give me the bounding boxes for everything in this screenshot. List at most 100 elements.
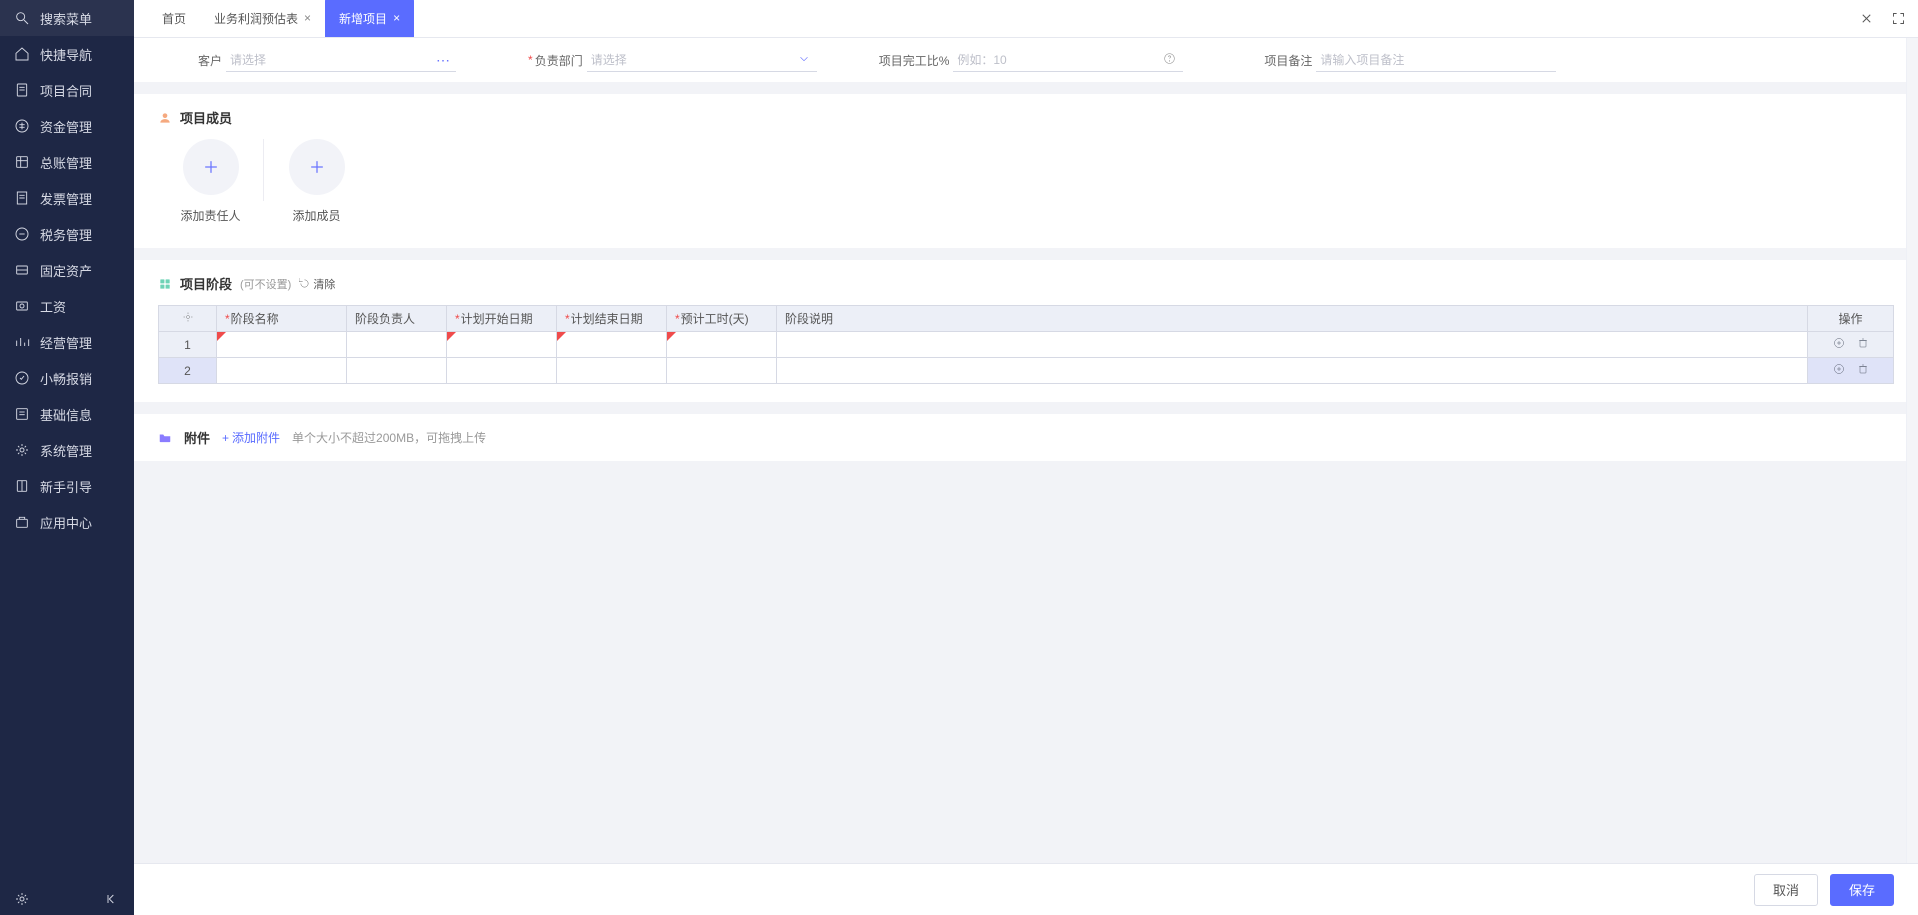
sidebar-item-salary[interactable]: 工资 [0,288,134,324]
section-title: 项目成员 [180,108,232,127]
form-panel: 客户 ⋯ * 负责部门 项目完工比% [134,38,1918,82]
attachments-panel: 附件 +添加附件 单个大小不超过200MB，可拖拽上传 [134,414,1918,461]
cell-desc[interactable] [777,332,1808,358]
sidebar-item-info[interactable]: 基础信息 [0,396,134,432]
help-icon[interactable] [1163,52,1176,68]
footer: 取消 保存 [134,863,1918,915]
add-owner-slot: 添加责任人 [158,139,263,224]
phases-panel: 项目阶段 (可不设置) 清除 [134,260,1918,402]
chevron-down-icon[interactable] [797,52,811,69]
add-row-icon[interactable] [1833,337,1845,349]
sidebar-item-quicknav[interactable]: 快捷导航 [0,36,134,72]
col-gear[interactable] [159,306,217,332]
close-all-icon[interactable] [1854,6,1878,30]
sidebar-footer [0,883,134,915]
tab-profit[interactable]: 业务利润预估表 × [200,0,325,37]
sidebar-item-contract[interactable]: 项目合同 [0,72,134,108]
sidebar-item-tax[interactable]: 税务管理 [0,216,134,252]
close-icon[interactable]: × [304,11,311,25]
cell-end[interactable] [557,332,667,358]
close-icon[interactable]: × [393,11,400,25]
members-icon [158,111,172,125]
sidebar-item-guide[interactable]: 新手引导 [0,468,134,504]
clear-link[interactable]: 清除 [299,276,335,292]
cell-name[interactable] [217,358,347,384]
cell-hours[interactable] [667,332,777,358]
sidebar-item-invoice[interactable]: 发票管理 [0,180,134,216]
sidebar-item-system[interactable]: 系统管理 [0,432,134,468]
sidebar-item-search[interactable]: 搜索菜单 [0,0,134,36]
attachments-title: 附件 [184,428,210,447]
members-list: 添加责任人 添加成员 [134,139,1918,244]
attachments-hint: 单个大小不超过200MB，可拖拽上传 [292,429,486,446]
department-input[interactable] [587,48,817,72]
cell-ops [1808,358,1894,384]
table-header-row: *阶段名称 阶段负责人 *计划开始日期 *计划结束日期 *预计工时(天) 阶段说… [159,306,1894,332]
sidebar-item-label: 应用中心 [40,513,92,532]
cell-start[interactable] [447,332,557,358]
add-owner-button[interactable] [183,139,239,195]
folder-icon [158,431,172,445]
home-icon [14,46,30,62]
cell-owner[interactable] [347,332,447,358]
sidebar-item-apps[interactable]: 应用中心 [0,504,134,540]
cell-end[interactable] [557,358,667,384]
col-desc: 阶段说明 [777,306,1808,332]
sidebar-item-label: 快捷导航 [40,45,92,64]
save-button[interactable]: 保存 [1830,874,1894,906]
delete-row-icon[interactable] [1857,363,1869,375]
field-customer: 客户 ⋯ [198,48,450,72]
scrollbar[interactable] [1906,38,1918,863]
add-member-button[interactable] [289,139,345,195]
add-attachment-link[interactable]: +添加附件 [222,429,280,446]
add-member-label: 添加成员 [292,207,340,224]
sidebar-item-funds[interactable]: 资金管理 [0,108,134,144]
cell-start[interactable] [447,358,557,384]
phases-icon [158,277,172,291]
sidebar-item-asset[interactable]: 固定资产 [0,252,134,288]
progress-input[interactable] [953,48,1183,72]
delete-row-icon[interactable] [1857,337,1869,349]
cell-owner[interactable] [347,358,447,384]
form-row: 客户 ⋯ * 负责部门 项目完工比% [134,38,1918,82]
sidebar-item-label: 小畅报销 [40,369,92,388]
sidebar: 搜索菜单 快捷导航 项目合同 资金管理 总账管理 发票管理 税务管理 固定资产 [0,0,134,915]
sidebar-item-report[interactable]: 小畅报销 [0,360,134,396]
tab-label: 首页 [162,10,186,27]
cancel-button[interactable]: 取消 [1754,874,1818,906]
remark-input[interactable] [1316,48,1556,72]
tab-utils [1854,0,1918,37]
cell-name[interactable] [217,332,347,358]
add-member-slot: 添加成员 [264,139,369,224]
sidebar-item-label: 系统管理 [40,441,92,460]
section-header-phases: 项目阶段 (可不设置) 清除 [134,260,1918,305]
section-note: (可不设置) [240,276,291,292]
more-icon[interactable]: ⋯ [436,52,450,69]
collapse-icon[interactable] [104,891,120,907]
field-label: 负责部门 [535,52,583,69]
tab-home[interactable]: 首页 [148,0,200,37]
report-icon [14,370,30,386]
table-row[interactable]: 1 [159,332,1894,358]
content: 首页 业务利润预估表 × 新增项目 × 客户 [134,0,1918,915]
sidebar-item-manage[interactable]: 经营管理 [0,324,134,360]
field-label: 项目完工比% [879,52,950,69]
fullscreen-icon[interactable] [1886,6,1910,30]
sidebar-item-label: 项目合同 [40,81,92,100]
sidebar-item-label: 资金管理 [40,117,92,136]
tab-new-project[interactable]: 新增项目 × [325,0,414,37]
asset-icon [14,262,30,278]
manage-icon [14,334,30,350]
col-end: *计划结束日期 [557,306,667,332]
info-icon [14,406,30,422]
cell-hours[interactable] [667,358,777,384]
table-row[interactable]: 2 [159,358,1894,384]
apps-icon [14,514,30,530]
sidebar-item-ledger[interactable]: 总账管理 [0,144,134,180]
search-icon [14,10,30,26]
customer-input[interactable] [226,48,456,72]
add-row-icon[interactable] [1833,363,1845,375]
settings-icon[interactable] [14,891,30,907]
cell-desc[interactable] [777,358,1808,384]
col-start: *计划开始日期 [447,306,557,332]
